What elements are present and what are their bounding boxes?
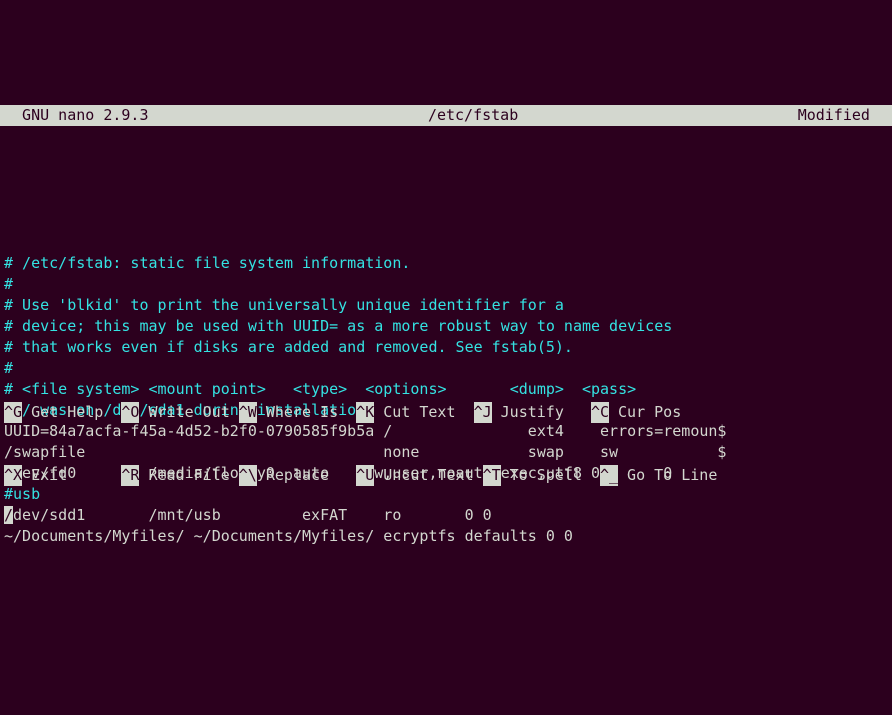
shortcut-label: Cut Text <box>374 402 473 423</box>
editor-line[interactable]: # device; this may be used with UUID= as… <box>4 316 888 337</box>
shortcut-label: Write Out <box>139 402 238 423</box>
editor-line[interactable]: # /etc/fstab: static file system informa… <box>4 253 888 274</box>
line-text: # Use 'blkid' to print the universally u… <box>4 296 564 314</box>
shortcut-item[interactable]: ^RRead File <box>121 465 238 486</box>
shortcut-item[interactable]: ^TTo Spell <box>483 465 600 486</box>
shortcut-label: To Spell <box>501 465 600 486</box>
title-bar: GNU nano 2.9.3 /etc/fstab Modified <box>0 105 892 126</box>
shortcut-item[interactable]: ^OWrite Out <box>121 402 238 423</box>
shortcut-key: ^W <box>239 402 257 423</box>
shortcut-label: Uncut Text <box>374 465 482 486</box>
shortcut-label: Read File <box>139 465 238 486</box>
shortcut-item[interactable]: ^_Go To Line <box>600 465 726 486</box>
file-path: /etc/fstab <box>428 105 518 126</box>
shortcut-label: Replace <box>257 465 356 486</box>
shortcut-bar: ^GGet Help^OWrite Out^WWhere Is^KCut Tex… <box>0 360 892 509</box>
shortcut-key: ^\ <box>239 465 257 486</box>
editor-line[interactable]: # that works even if disks are added and… <box>4 337 888 358</box>
editor-line[interactable]: ~/Documents/Myfiles/ ~/Documents/Myfiles… <box>4 526 888 547</box>
shortcut-row: ^GGet Help^OWrite Out^WWhere Is^KCut Tex… <box>4 402 888 423</box>
shortcut-key: ^O <box>121 402 139 423</box>
shortcut-label: Go To Line <box>618 465 726 486</box>
shortcut-key: ^X <box>4 465 22 486</box>
shortcut-key: ^T <box>483 465 501 486</box>
shortcut-key: ^G <box>4 402 22 423</box>
shortcut-label: Where Is <box>257 402 356 423</box>
shortcut-item[interactable]: ^WWhere Is <box>239 402 356 423</box>
editor-line[interactable]: # <box>4 274 888 295</box>
shortcut-key: ^_ <box>600 465 618 486</box>
editor-line[interactable]: # Use 'blkid' to print the universally u… <box>4 295 888 316</box>
line-text: # that works even if disks are added and… <box>4 338 573 356</box>
modified-indicator: Modified <box>798 105 888 126</box>
shortcut-label: Cur Pos <box>609 402 708 423</box>
shortcut-key: ^J <box>474 402 492 423</box>
line-text: # /etc/fstab: static file system informa… <box>4 254 410 272</box>
shortcut-item[interactable]: ^\Replace <box>239 465 356 486</box>
line-text: # device; this may be used with UUID= as… <box>4 317 672 335</box>
shortcut-key: ^U <box>356 465 374 486</box>
shortcut-item[interactable]: ^KCut Text <box>356 402 473 423</box>
shortcut-label: Get Help <box>22 402 121 423</box>
shortcut-item[interactable]: ^XExit <box>4 465 121 486</box>
shortcut-item[interactable]: ^UUncut Text <box>356 465 482 486</box>
shortcut-key: ^R <box>121 465 139 486</box>
shortcut-item[interactable]: ^CCur Pos <box>591 402 708 423</box>
blank-line <box>4 211 888 232</box>
app-version: GNU nano 2.9.3 <box>4 105 149 126</box>
line-text: ~/Documents/Myfiles/ ~/Documents/Myfiles… <box>4 527 573 545</box>
shortcut-label: Justify <box>492 402 591 423</box>
shortcut-key: ^C <box>591 402 609 423</box>
line-text: # <box>4 275 13 293</box>
shortcut-item[interactable]: ^JJustify <box>474 402 591 423</box>
shortcut-label: Exit <box>22 465 121 486</box>
shortcut-item[interactable]: ^GGet Help <box>4 402 121 423</box>
shortcut-row: ^XExit^RRead File^\Replace^UUncut Text^T… <box>4 465 888 486</box>
shortcut-key: ^K <box>356 402 374 423</box>
